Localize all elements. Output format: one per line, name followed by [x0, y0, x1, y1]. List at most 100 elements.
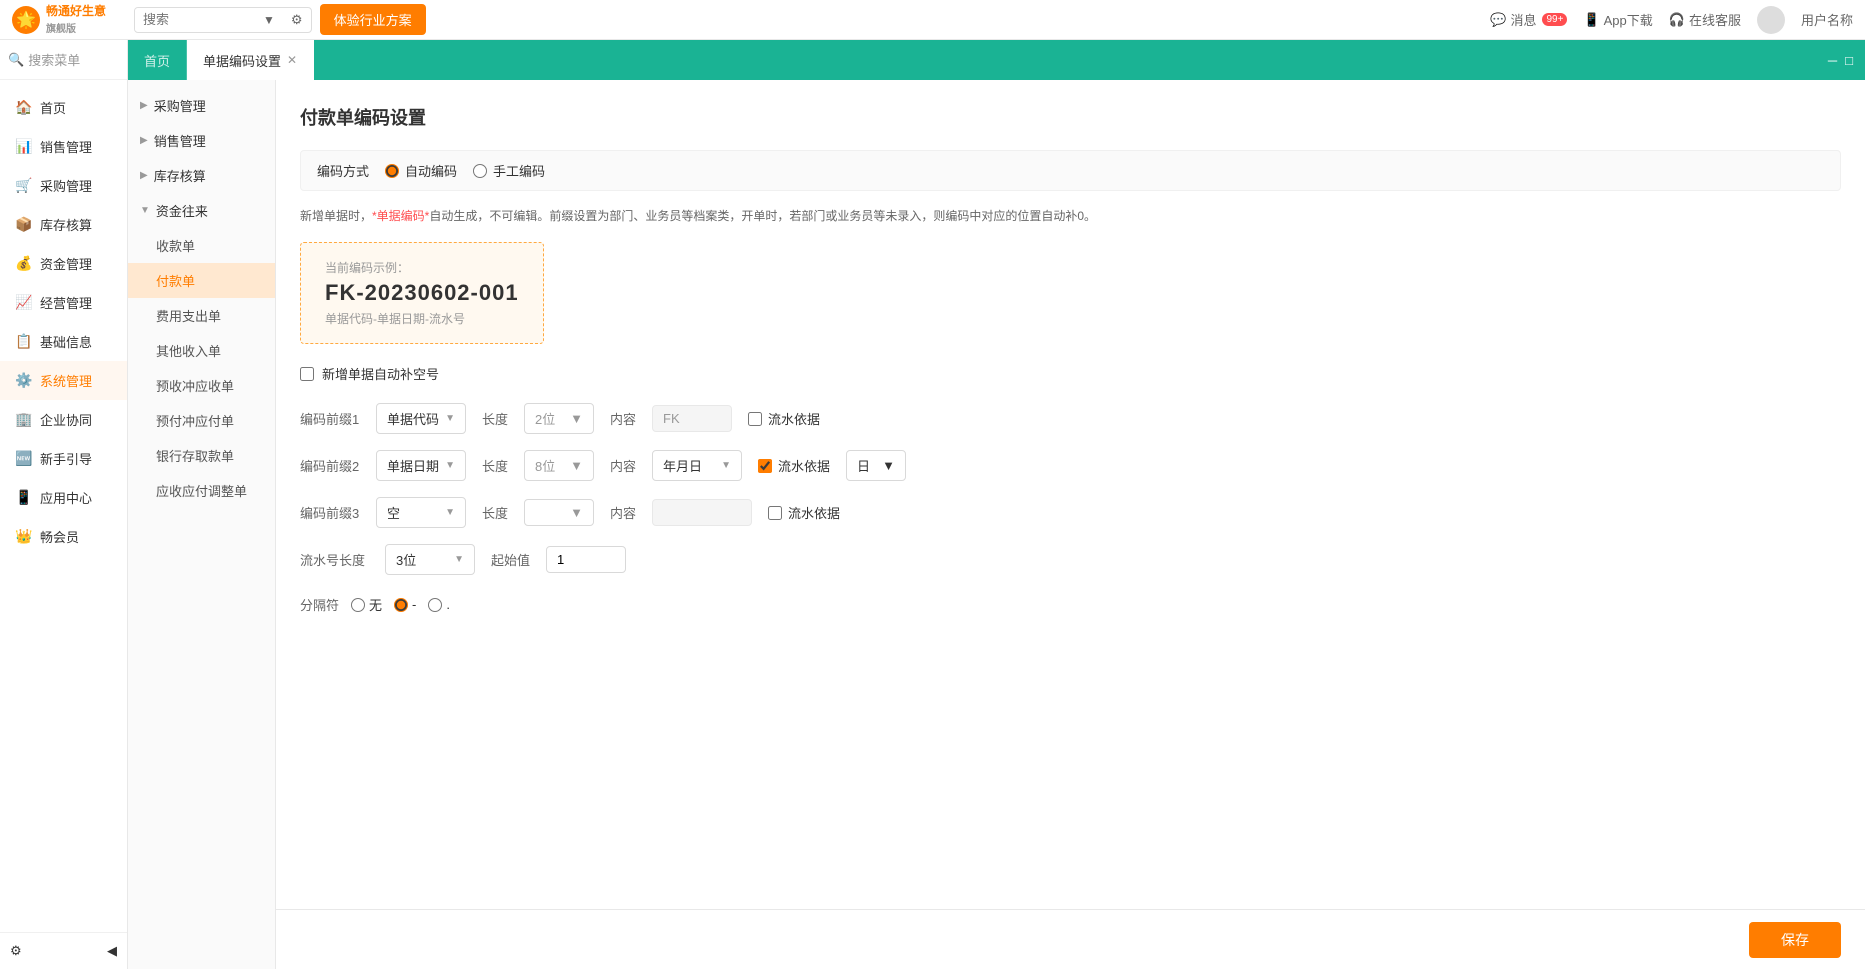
- sub-item-receipt[interactable]: 收款单: [128, 228, 275, 263]
- search-dropdown-icon[interactable]: ▼: [255, 9, 283, 31]
- sidebar-item-system[interactable]: ⚙️ 系统管理: [0, 361, 127, 400]
- sidebar-search-inner[interactable]: 🔍 搜索菜单: [8, 50, 119, 69]
- prefix1-arrow-icon: ▼: [445, 413, 455, 424]
- messages-badge: 99+: [1542, 13, 1567, 26]
- sub-group-sales-title[interactable]: ▶ 销售管理: [128, 123, 275, 158]
- prefix1-select[interactable]: 单据代码 ▼: [376, 403, 466, 434]
- length3-select[interactable]: ▼: [524, 499, 594, 526]
- sidebar-item-label: 资金管理: [40, 254, 92, 273]
- sidebar-item-appcenter[interactable]: 📱 应用中心: [0, 478, 127, 517]
- prefix-row-1: 编码前缀1 单据代码 ▼ 长度 2位 ▼ 内容: [300, 403, 1841, 434]
- content2-arrow-icon: ▼: [721, 460, 731, 471]
- sep-dot-radio[interactable]: [428, 598, 442, 612]
- sidebar-item-label: 销售管理: [40, 137, 92, 156]
- sidebar-item-sales[interactable]: 📊 销售管理: [0, 127, 127, 166]
- serial3-checkbox[interactable]: [768, 506, 782, 520]
- tab-encoding[interactable]: 单据编码设置 ✕: [187, 40, 314, 80]
- start-value-label: 起始值: [491, 550, 530, 569]
- length1-arrow-icon: ▼: [570, 411, 583, 426]
- auto-encoding-option[interactable]: 自动编码: [385, 161, 457, 180]
- serial2-checkbox[interactable]: [758, 459, 772, 473]
- sub-item-expense[interactable]: 费用支出单: [128, 298, 275, 333]
- sidebar-item-home[interactable]: 🏠 首页: [0, 88, 127, 127]
- page-title: 付款单编码设置: [300, 104, 1841, 130]
- encoding-type-bar: 编码方式 自动编码 手工编码: [300, 150, 1841, 191]
- user-avatar[interactable]: [1757, 6, 1785, 34]
- sub-item-payment[interactable]: 付款单: [128, 263, 275, 298]
- length2-arrow-icon: ▼: [570, 458, 583, 473]
- system-icon: ⚙️: [16, 373, 32, 389]
- tab-close-icon[interactable]: ✕: [287, 53, 297, 67]
- sub-item-advance-receipt[interactable]: 预收冲应收单: [128, 368, 275, 403]
- save-button[interactable]: 保存: [1749, 922, 1841, 958]
- trial-button[interactable]: 体验行业方案: [320, 4, 426, 35]
- sub-group-inventory-title[interactable]: ▶ 库存核算: [128, 158, 275, 193]
- sidebar-item-label: 企业协同: [40, 410, 92, 429]
- sidebar-item-member[interactable]: 👑 畅会员: [0, 517, 127, 556]
- serial-length-arrow-icon: ▼: [454, 554, 464, 565]
- auto-encoding-radio[interactable]: [385, 164, 399, 178]
- chevron-right-icon: ▶: [140, 135, 148, 146]
- sub-group-label: 资金往来: [156, 201, 208, 220]
- tab-minimize-icon[interactable]: ─: [1828, 53, 1837, 68]
- sidebar-search-area[interactable]: 🔍 搜索菜单: [0, 40, 127, 80]
- app-logo: 🌟 畅通好生意 旗舰版: [12, 4, 106, 35]
- length1-select[interactable]: 2位 ▼: [524, 403, 594, 434]
- auto-fill-label[interactable]: 新增单据自动补空号: [322, 364, 439, 383]
- sub-item-advance-payment[interactable]: 预付冲应付单: [128, 403, 275, 438]
- newguide-icon: 🆕: [16, 451, 32, 467]
- search-icon: 🔍: [8, 52, 24, 68]
- sep-dash-radio[interactable]: [394, 598, 408, 612]
- messages-item[interactable]: 💬 消息 99+: [1490, 10, 1567, 29]
- manual-encoding-option[interactable]: 手工编码: [473, 161, 545, 180]
- sub-group-purchase-title[interactable]: ▶ 采购管理: [128, 88, 275, 123]
- basicinfo-icon: 📋: [16, 334, 32, 350]
- search-input[interactable]: [135, 8, 255, 31]
- sep-dot-option[interactable]: .: [428, 597, 450, 612]
- sidebar-item-enterprise[interactable]: 🏢 企业协同: [0, 400, 127, 439]
- length3-label: 长度: [482, 503, 508, 522]
- sub-item-other-income[interactable]: 其他收入单: [128, 333, 275, 368]
- serial1-checkbox[interactable]: [748, 412, 762, 426]
- sidebar-item-operations[interactable]: 📈 经营管理: [0, 283, 127, 322]
- chevron-down-icon: ▼: [140, 205, 150, 216]
- serial1-group: 流水依据: [748, 409, 820, 428]
- customer-service-item[interactable]: 🎧 在线客服: [1669, 10, 1741, 29]
- sidebar-search-label: 搜索菜单: [28, 50, 80, 69]
- sidebar-item-inventory[interactable]: 📦 库存核算: [0, 205, 127, 244]
- collapse-icon[interactable]: ◀: [107, 943, 117, 959]
- length2-value: 8位: [535, 456, 555, 475]
- sub-group-capital-title[interactable]: ▼ 资金往来: [128, 193, 275, 228]
- sidebar-item-purchase[interactable]: 🛒 采购管理: [0, 166, 127, 205]
- sidebar-item-finance[interactable]: 💰 资金管理: [0, 244, 127, 283]
- day-select[interactable]: 日 ▼: [846, 450, 906, 481]
- message-icon: 💬: [1490, 12, 1506, 28]
- sub-group-inventory: ▶ 库存核算: [128, 158, 275, 193]
- sidebar-item-label: 首页: [40, 98, 66, 117]
- settings-bottom-icon[interactable]: ⚙: [10, 943, 22, 959]
- tab-maximize-icon[interactable]: □: [1845, 53, 1853, 68]
- chevron-right-icon: ▶: [140, 170, 148, 181]
- content2-select[interactable]: 年月日 ▼: [652, 450, 742, 481]
- prefix2-select[interactable]: 单据日期 ▼: [376, 450, 466, 481]
- sidebar-item-newguide[interactable]: 🆕 新手引导: [0, 439, 127, 478]
- sidebar-item-basicinfo[interactable]: 📋 基础信息: [0, 322, 127, 361]
- search-area[interactable]: ▼ ⚙: [134, 7, 312, 33]
- user-name: 用户名称: [1801, 10, 1853, 29]
- sep-dash-option[interactable]: -: [394, 597, 416, 612]
- settings-icon[interactable]: ⚙: [283, 8, 311, 32]
- start-value-input[interactable]: [546, 546, 626, 573]
- serial-length-select[interactable]: 3位 ▼: [385, 544, 475, 575]
- tab-encoding-label: 单据编码设置: [203, 51, 281, 70]
- sep-none-radio[interactable]: [351, 598, 365, 612]
- prefix3-select[interactable]: 空 ▼: [376, 497, 466, 528]
- sub-item-ar-ap-adjust[interactable]: 应收应付调整单: [128, 473, 275, 508]
- length2-select[interactable]: 8位 ▼: [524, 450, 594, 481]
- app-download-item[interactable]: 📱 App下载: [1583, 10, 1652, 29]
- sub-item-bank-deposit[interactable]: 银行存取款单: [128, 438, 275, 473]
- sep-none-option[interactable]: 无: [351, 595, 382, 614]
- tab-home[interactable]: 首页: [128, 40, 187, 80]
- manual-encoding-radio[interactable]: [473, 164, 487, 178]
- prefix2-arrow-icon: ▼: [445, 460, 455, 471]
- auto-fill-checkbox[interactable]: [300, 367, 314, 381]
